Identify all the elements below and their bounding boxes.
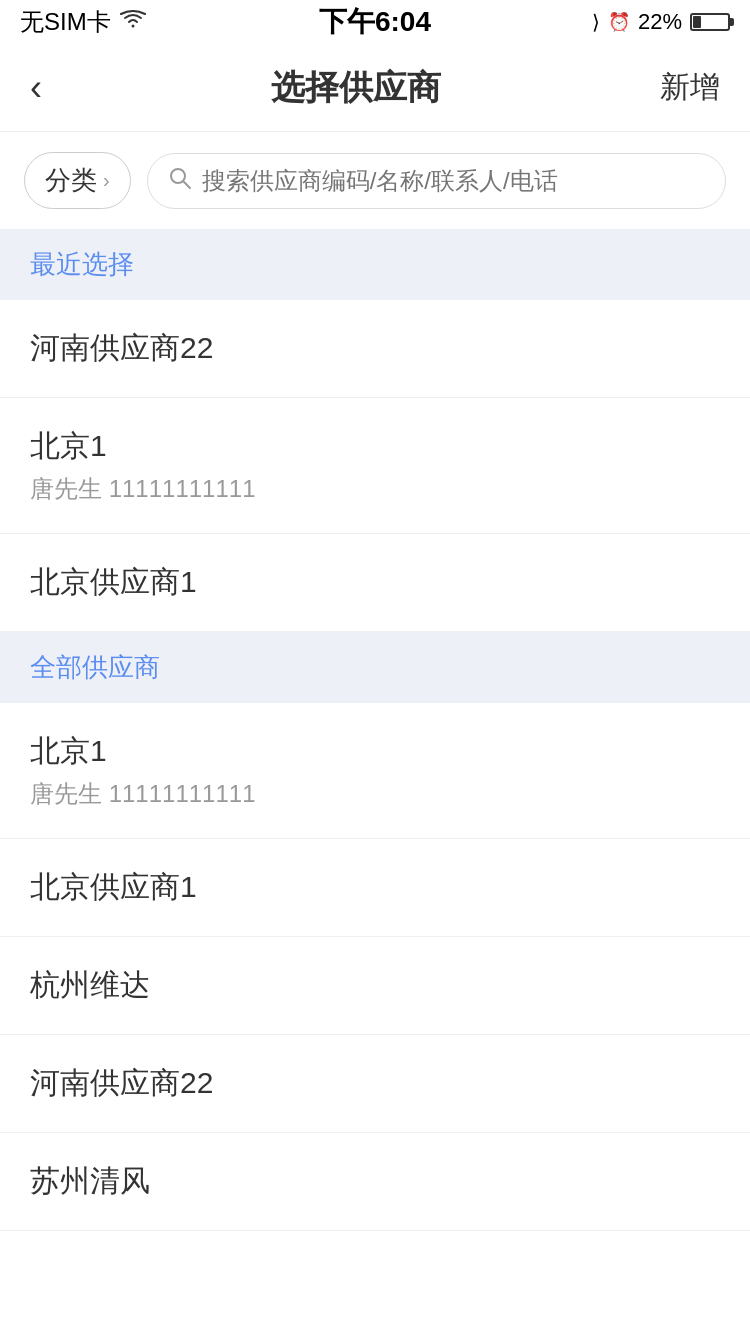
item-name: 河南供应商22 [30, 328, 720, 369]
all-section-header: 全部供应商 [0, 632, 750, 703]
status-bar: 无SIM卡 下午6:04 ⟩ ⏰ 22% [0, 0, 750, 44]
battery-percent: 22% [638, 9, 682, 35]
page-title: 选择供应商 [271, 65, 441, 111]
battery-icon [690, 13, 730, 31]
search-input[interactable] [202, 167, 705, 195]
recent-section-header: 最近选择 [0, 229, 750, 300]
recent-list: 河南供应商22 北京1 唐先生 11111111111 北京供应商1 [0, 300, 750, 632]
carrier-text: 无SIM卡 [20, 6, 111, 38]
item-name: 杭州维达 [30, 965, 720, 1006]
list-item[interactable]: 苏州清风 [0, 1133, 750, 1231]
item-name: 北京供应商1 [30, 867, 720, 908]
alarm-icon: ⏰ [608, 11, 630, 33]
back-button[interactable]: ‹ [20, 57, 52, 119]
status-right: ⟩ ⏰ 22% [592, 9, 730, 35]
item-name: 河南供应商22 [30, 1063, 720, 1104]
item-name: 苏州清风 [30, 1161, 720, 1202]
list-item[interactable]: 北京供应商1 [0, 839, 750, 937]
category-label: 分类 [45, 163, 97, 198]
all-list: 北京1 唐先生 11111111111 北京供应商1 杭州维达河南供应商22 苏州清风 [0, 703, 750, 1231]
wifi-icon [119, 8, 147, 36]
chevron-right-icon: › [103, 169, 110, 192]
nav-bar: ‹ 选择供应商 新增 [0, 44, 750, 132]
item-sub: 唐先生 11111111111 [30, 778, 720, 810]
category-button[interactable]: 分类 › [24, 152, 131, 209]
item-name: 北京1 [30, 426, 720, 467]
add-button[interactable]: 新增 [660, 67, 720, 108]
list-item[interactable]: 北京1 唐先生 11111111111 [0, 703, 750, 839]
list-item[interactable]: 河南供应商22 [0, 300, 750, 398]
location-icon: ⟩ [592, 10, 600, 34]
list-item[interactable]: 河南供应商22 [0, 1035, 750, 1133]
list-item[interactable]: 北京1 唐先生 11111111111 [0, 398, 750, 534]
item-name: 北京供应商1 [30, 562, 720, 603]
search-box[interactable] [147, 153, 726, 209]
status-time: 下午6:04 [319, 3, 431, 41]
search-icon [168, 166, 192, 196]
filter-bar: 分类 › [0, 132, 750, 229]
list-item[interactable]: 北京供应商1 [0, 534, 750, 632]
svg-line-1 [183, 181, 190, 188]
list-item[interactable]: 杭州维达 [0, 937, 750, 1035]
status-left: 无SIM卡 [20, 6, 147, 38]
item-sub: 唐先生 11111111111 [30, 473, 720, 505]
item-name: 北京1 [30, 731, 720, 772]
